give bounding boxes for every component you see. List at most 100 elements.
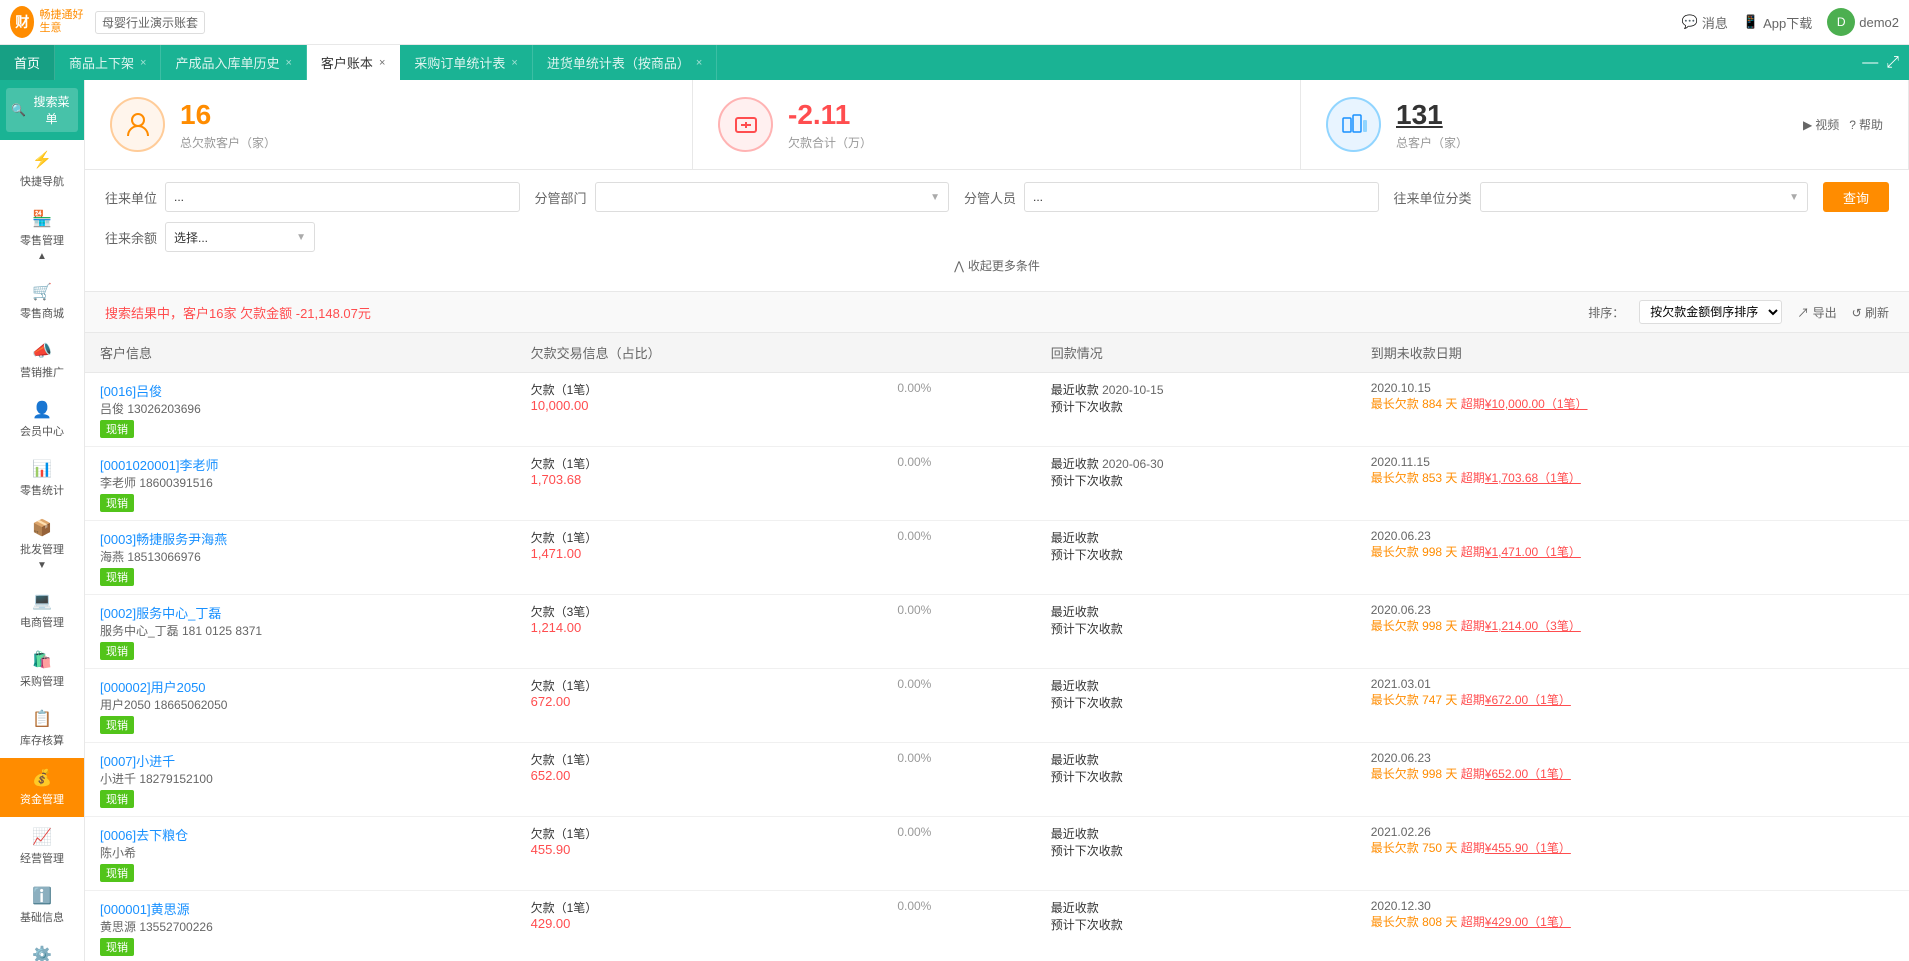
overdue-link[interactable]: 超期¥455.90（1笔） <box>1461 841 1571 855</box>
customer-name-link[interactable]: [0002]服务中心_丁磊 <box>100 606 221 621</box>
sidebar-item-batch-mgmt[interactable]: 📦 批发管理 ▼ <box>0 508 84 581</box>
app-download-btn[interactable]: 📱 App下载 <box>1743 13 1812 32</box>
collapse-filter-btn[interactable]: ⋀ 收起更多条件 <box>105 252 1889 279</box>
overdue-link[interactable]: 超期¥672.00（1笔） <box>1461 693 1571 707</box>
sidebar-item-purchase[interactable]: 🛍️ 采购管理 <box>0 640 84 699</box>
person-dots: ... <box>1033 190 1043 204</box>
overdue-customers-label: 总欠款客户（家） <box>180 134 276 151</box>
table-row: [0003]畅捷服务尹海燕 海燕 18513066976 现销 欠款（1笔） 1… <box>85 521 1909 595</box>
tab-customer-account[interactable]: 客户账本 × <box>307 45 400 80</box>
logo-text: 畅捷通好生意 <box>39 9 90 35</box>
close-icon[interactable]: × <box>696 57 702 69</box>
overdue-link[interactable]: 超期¥429.00（1笔） <box>1461 915 1571 929</box>
refresh-icon: ↺ <box>1852 306 1862 320</box>
max-days: 最长欠款 750 天 <box>1371 841 1458 855</box>
user-avatar-btn[interactable]: D demo2 <box>1827 8 1899 36</box>
due-date: 2020.06.23 <box>1371 751 1894 765</box>
debt-count: 欠款（3笔） <box>531 603 860 620</box>
tab-product-shelf[interactable]: 商品上下架 × <box>55 45 161 80</box>
customer-phone: 海燕 18513066976 <box>100 548 501 565</box>
refresh-btn[interactable]: ↺ 刷新 <box>1852 304 1889 321</box>
col-debt-pct <box>874 333 1035 373</box>
stat-amount-text: -2.11 欠款合计（万） <box>788 99 872 151</box>
max-days-area: 最长欠款 998 天 超期¥1,471.00（1笔） <box>1371 543 1894 560</box>
tab-inventory-summary[interactable]: 进货单统计表（按商品） × <box>533 45 717 80</box>
overdue-link[interactable]: 超期¥652.00（1笔） <box>1461 767 1571 781</box>
logo-icon: 财 <box>10 6 34 38</box>
result-actions: 排序： 按欠款金额倒序排序 ↗ 导出 ↺ 刷新 <box>1588 300 1889 324</box>
customer-name-link[interactable]: [0016]吕俊 <box>100 384 162 399</box>
customer-name-link[interactable]: [0007]小进千 <box>100 754 175 769</box>
close-icon[interactable]: × <box>511 57 517 69</box>
next-collection-label: 预计下次收款 <box>1051 546 1341 563</box>
max-days-area: 最长欠款 808 天 超期¥429.00（1笔） <box>1371 913 1894 930</box>
due-date: 2020.11.15 <box>1371 455 1894 469</box>
minimize-icon[interactable]: — <box>1862 54 1878 72</box>
last-collection-label: 最近收款 <box>1051 677 1341 694</box>
table-container: 客户信息 欠款交易信息（占比） 回款情况 到期未收款日期 [0016]吕俊 吕俊… <box>85 333 1909 961</box>
remaining-select[interactable]: 选择... ▼ <box>165 222 315 252</box>
sidebar: 🔍 搜索菜单 ⚡ 快捷导航 🏪 零售管理 ▲ 🛒 零售商城 📣 营销推广 👤 会… <box>0 80 85 961</box>
sidebar-item-ecommerce[interactable]: 💻 电商管理 <box>0 581 84 640</box>
sidebar-item-retail-mall[interactable]: 🛒 零售商城 <box>0 272 84 331</box>
message-btn[interactable]: 💬 消息 <box>1682 13 1728 32</box>
source-unit-input[interactable]: ... <box>165 182 519 212</box>
tab-production-history[interactable]: 产成品入库单历史 × <box>161 45 306 80</box>
cell-collection-5: 最近收款 预计下次收款 <box>1036 743 1356 817</box>
overdue-link[interactable]: 超期¥1,471.00（1笔） <box>1461 545 1581 559</box>
video-link[interactable]: ▶ 视频 <box>1803 116 1839 133</box>
person-input[interactable]: ... <box>1024 182 1378 212</box>
sidebar-item-retail-mgmt[interactable]: 🏪 零售管理 ▲ <box>0 199 84 272</box>
sidebar-item-member-center[interactable]: 👤 会员中心 <box>0 390 84 449</box>
close-icon[interactable]: × <box>379 57 385 69</box>
play-icon: ▶ <box>1803 118 1812 132</box>
max-days: 最长欠款 998 天 <box>1371 767 1458 781</box>
customer-name-link[interactable]: [000001]黄思源 <box>100 902 190 917</box>
sidebar-item-system[interactable]: ⚙️ 系统管理 <box>0 935 84 961</box>
cell-collection-7: 最近收款 预计下次收款 <box>1036 891 1356 961</box>
customer-name-link[interactable]: [0003]畅捷服务尹海燕 <box>100 532 227 547</box>
customer-name-link[interactable]: [000002]用户2050 <box>100 680 206 695</box>
sort-select[interactable]: 按欠款金额倒序排序 <box>1639 300 1782 324</box>
sidebar-item-ops-mgmt[interactable]: 📈 经营管理 <box>0 817 84 876</box>
search-menu-btn[interactable]: 🔍 搜索菜单 <box>6 88 78 132</box>
overdue-link[interactable]: 超期¥1,703.68（1笔） <box>1461 471 1581 485</box>
cell-customer-info-7: [000001]黄思源 黄思源 13552700226 现销 <box>85 891 516 961</box>
cell-due-date-5: 2020.06.23 最长欠款 998 天 超期¥652.00（1笔） <box>1356 743 1909 817</box>
sidebar-item-retail-stats[interactable]: 📊 零售统计 <box>0 449 84 508</box>
dept-input[interactable]: ▼ <box>595 182 949 212</box>
stats-bar: 16 总欠款客户（家） -2.11 欠款合计（万） <box>85 80 1909 170</box>
total-customers-value: 131 <box>1396 99 1468 131</box>
close-icon[interactable]: × <box>140 57 146 69</box>
help-link[interactable]: ? 帮助 <box>1849 116 1883 133</box>
overdue-link[interactable]: 超期¥1,214.00（3笔） <box>1461 619 1581 633</box>
last-collection-label: 最近收款 <box>1051 751 1341 768</box>
tab-home[interactable]: 首页 <box>0 45 55 80</box>
customer-name-link[interactable]: [0001020001]李老师 <box>100 458 219 473</box>
stat-help-area: ▶ 视频 ? 帮助 <box>1803 116 1883 133</box>
debt-count: 欠款（1笔） <box>531 825 860 842</box>
close-icon[interactable]: × <box>285 57 291 69</box>
sidebar-item-basic-info[interactable]: ℹ️ 基础信息 <box>0 876 84 935</box>
customer-tag: 现销 <box>100 716 134 734</box>
unit-category-input[interactable]: ▼ <box>1480 182 1808 212</box>
sidebar-item-inventory[interactable]: 📋 库存核算 <box>0 699 84 758</box>
system-name[interactable]: 母婴行业演示账套 <box>95 11 205 34</box>
sidebar-item-quick-nav[interactable]: ⚡ 快捷导航 <box>0 140 84 199</box>
sidebar-item-finance[interactable]: 💰 资金管理 <box>0 758 84 817</box>
debt-amount: 429.00 <box>531 916 860 931</box>
cell-customer-info-2: [0003]畅捷服务尹海燕 海燕 18513066976 现销 <box>85 521 516 595</box>
cell-customer-info-4: [000002]用户2050 用户2050 18665062050 现销 <box>85 669 516 743</box>
chevron-up-icon: ⋀ <box>954 259 964 273</box>
query-button[interactable]: 查询 <box>1823 182 1889 212</box>
export-btn[interactable]: ↗ 导出 <box>1797 304 1836 321</box>
debt-pct: 0.00% <box>897 825 931 839</box>
customer-name-link[interactable]: [0006]去下粮仓 <box>100 828 188 843</box>
cell-due-date-7: 2020.12.30 最长欠款 808 天 超期¥429.00（1笔） <box>1356 891 1909 961</box>
overdue-link[interactable]: 超期¥10,000.00（1笔） <box>1461 397 1588 411</box>
total-customers-label: 总客户（家） <box>1396 134 1468 151</box>
maximize-icon[interactable]: ⤢ <box>1886 54 1899 72</box>
stat-total-customers: 131 总客户（家） ▶ 视频 ? 帮助 <box>1301 80 1909 169</box>
tab-purchase-summary[interactable]: 采购订单统计表 × <box>400 45 532 80</box>
sidebar-item-marketing[interactable]: 📣 营销推广 <box>0 331 84 390</box>
